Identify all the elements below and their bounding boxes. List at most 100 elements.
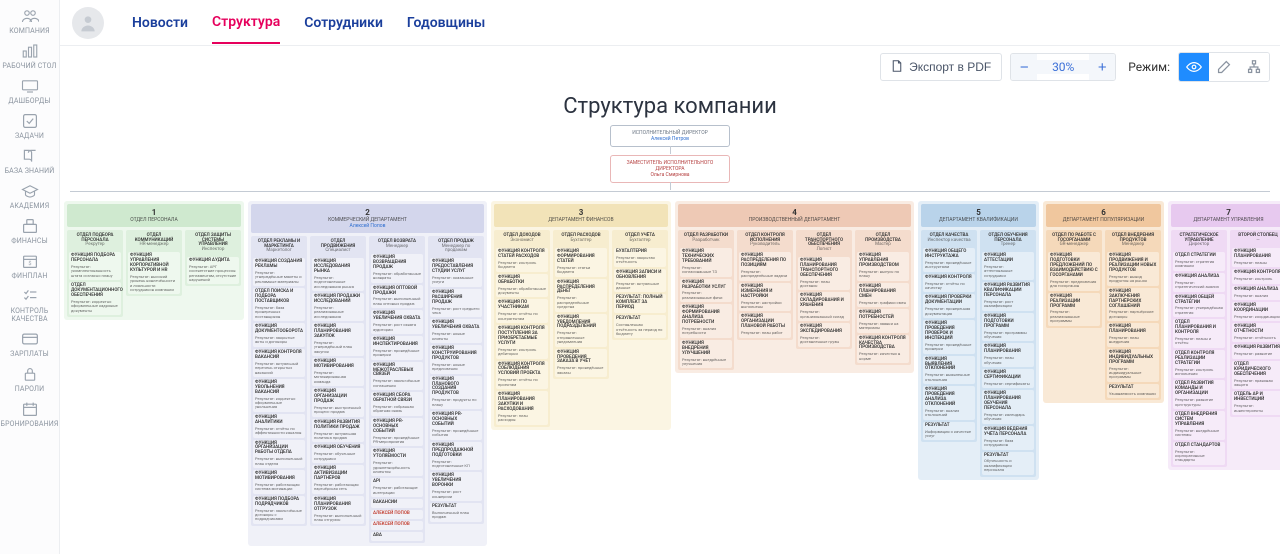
function-block[interactable]: Функция управления корпоративной культур… [128,252,180,294]
function-block[interactable]: Функция анализаРезультат: стратегический… [1173,273,1225,292]
function-block[interactable]: Алексей Попов [371,510,423,519]
function-block[interactable]: Отдел стратегииРезультат: стратегия комп… [1173,252,1225,271]
function-block[interactable]: Функция реализации программРезультат: ре… [1048,293,1100,326]
sidebar-item-dashboards[interactable]: ДАШБОРДЫ [0,74,60,109]
function-block[interactable]: Функция выявления отклоненийРезультат: в… [923,356,975,385]
org-root-node[interactable]: ИСПОЛНИТЕЛЬНЫЙ ДИРЕКТОР Алексей Петров [610,125,730,147]
function-block[interactable]: Функция контроля статей расходовРезульта… [496,248,548,272]
function-block[interactable]: Отдель АР и инвестицийРезультат: инвестп… [1232,391,1280,415]
function-block[interactable]: Функция подготовки программРезультат: пр… [982,313,1034,342]
dept-column[interactable]: Стратегическое управлениеДиректорОтдел с… [1171,230,1227,467]
function-block[interactable]: РезультатИнформация о качестве услуг [923,422,975,441]
function-block[interactable]: Отдел стандартовРезультат: корпоративные… [1173,442,1225,465]
dept-column[interactable]: Отдел продвиженияСпециалистФункция иссле… [310,236,366,526]
function-block[interactable]: Функция планирования транспортного обесп… [798,257,850,291]
function-block[interactable]: Функция планирования отгрузокРезультат: … [312,496,364,525]
dept-1[interactable]: 1Отдел персоналаОтдел подбора персоналаР… [64,201,244,320]
dept-column[interactable]: Отдел защиты системы управленияИнспектор… [185,230,241,286]
function-block[interactable]: Функция контроля вакансийРезультат: акту… [253,349,305,377]
dept-2[interactable]: 2Коммерческий департаментАлексей ПоповОт… [248,201,487,546]
function-block[interactable]: Функция технических требованийРезультат:… [680,248,732,277]
function-block[interactable]: Функция планирования сменРезультат: граф… [857,283,909,307]
sidebar-item-passwords[interactable]: ПАРОЛИ [0,362,60,397]
dept-6[interactable]: 6Департамент популяризацииОтдел по работ… [1043,201,1164,403]
function-block[interactable]: Функция внедрения улучшенийРезультат: вн… [680,340,732,369]
mode-tree-button[interactable] [1239,53,1269,81]
sidebar-item-finplan[interactable]: $ ФИНПЛАН [0,249,60,284]
tab-employees[interactable]: Сотрудники [304,2,383,43]
function-block[interactable]: Отдел планирования и контроляРезультат: … [1173,319,1225,348]
function-block[interactable]: Функция мотивированияРезультат: мотивиро… [312,358,364,386]
export-pdf-button[interactable]: Экспорт в PDF [880,53,1002,81]
function-block[interactable]: Функция инспектированияРезультат: провед… [371,336,423,360]
function-block[interactable]: Функция увеличения воронкиРезультат: рос… [430,472,482,501]
mode-view-button[interactable] [1179,53,1209,81]
function-block[interactable]: Функция планированияРезультат: планы [1232,248,1280,267]
mode-edit-button[interactable] [1209,53,1239,81]
function-block[interactable]: Отдел документационного обеспеченияРезул… [69,282,121,315]
function-block[interactable]: Функция контроляРезультат: контроль [1232,269,1280,283]
function-block[interactable]: Функция экспедированияРезультат: доставл… [798,323,850,347]
zoom-in-button[interactable]: + [1089,53,1115,81]
function-block[interactable]: Функция возвращения продажРезультат: обр… [371,254,423,283]
function-block[interactable]: Функция контроля качества производстваРе… [857,335,909,364]
dept-column[interactable]: Второй столбец—Функция планированияРезул… [1230,230,1280,417]
function-block[interactable]: Функция увеличения охватаРезультат: новы… [430,319,482,343]
function-block[interactable]: Функция общей стратегииРезультат: утверж… [1173,294,1225,318]
dept-column[interactable]: Отдел подбора персоналаРекрутерФункция п… [67,230,123,317]
function-block[interactable]: Функция планированияРезультат: план обуч… [982,343,1034,367]
function-block[interactable]: Функция заключения партнёрских соглашени… [1107,288,1159,322]
dept-column[interactable]: Отдел транспортного обеспеченияЛогистФун… [796,230,852,349]
org-sub-node[interactable]: ЗАМЕСТИТЕЛЬ ИСПОЛНИТЕЛЬНОГО ДИРЕКТОРА Ол… [610,155,730,183]
function-block[interactable]: Функция создания рекламыРезультат: утвер… [253,258,305,286]
function-block[interactable]: Функция подбора подрядчиковРезультат: за… [253,496,305,524]
function-block[interactable]: Функция исследования рынкаРезультат: под… [312,258,364,291]
function-block[interactable]: Функция активизации партнёровРезультат: … [312,465,364,494]
sidebar-item-salary[interactable]: ЗАРПЛАТЫ [0,327,60,362]
function-block[interactable]: Функция проведения заказа в учётРезульта… [555,349,607,378]
function-block[interactable]: Результат: полный комплект за период [614,294,666,313]
function-block[interactable]: Функция потребностейРезультат: заявки на… [857,309,909,333]
function-block[interactable]: Функция сбора обратной связиРезультат: с… [371,392,423,416]
function-block[interactable]: Функция организации работы отделаРезульт… [253,440,305,469]
dept-column[interactable]: Отдел производстваМастерФункция управлен… [855,230,911,365]
dept-column[interactable]: Отдел коммуникацийHR-менеджерФункция упр… [126,230,182,296]
function-block[interactable]: Функция ведения учёта персоналаРезультат… [982,426,1034,450]
dept-column[interactable]: Отдел рекламы и маркетингаМаркетологФунк… [251,236,307,526]
function-block[interactable]: Функция оптовой продажиРезультат: выполн… [371,285,423,309]
function-block[interactable]: Функция анализаРезультат: анализ [1232,286,1280,300]
function-block[interactable]: Функция расширения продажРезультат: рост… [430,289,482,318]
function-block[interactable]: Функция предоставления студии услугРезул… [430,258,482,287]
function-block[interactable]: Функция аналитикиРезультат: отчёты по эф… [253,414,305,438]
function-block[interactable]: Функция формирования анализа потребности… [680,304,732,338]
dept-column[interactable]: Отдел продажМенеджер по продажамФункция … [428,236,484,524]
function-block[interactable]: Функция документооборотаРезультат: закры… [253,323,305,347]
dept-3[interactable]: 3Департамент финансовОтдел доходовЭконом… [491,201,671,430]
function-block[interactable]: Функция увеличения охватаРезультат: рост… [371,310,423,334]
function-block[interactable]: Функция отчётностиРезультат: отчётность [1232,323,1280,342]
function-block[interactable]: Функция по участникамРезультат: отчёты п… [496,299,548,323]
function-block[interactable]: Функция контроля соблюдения условий прое… [496,361,548,390]
dept-column[interactable]: Отдел учётаБухгалтерБухгалтерияРезультат… [612,230,668,340]
dept-4[interactable]: 4Производственный департаментОтдел разра… [675,201,914,373]
sidebar-item-company[interactable]: КОМПАНИЯ [0,4,60,39]
sidebar-item-academy[interactable]: АКАДЕМИЯ [0,179,60,214]
dept-column[interactable]: Отдел обучения персоналаТренерФункция ат… [980,230,1036,477]
sidebar-item-booking[interactable]: БРОНИРОВАНИЯ [0,397,60,432]
function-block[interactable]: Функция утоляемостиРезультат: удовлетвор… [371,448,423,476]
function-block[interactable]: Функция управления производствомРезульта… [857,252,909,281]
function-block[interactable]: Функция планирования обучения персоналаР… [982,390,1034,424]
function-block[interactable]: Функция аудитаРезультат: АРГ соответстви… [187,257,239,285]
function-block[interactable]: Функция организации плановой работыРезул… [739,313,791,337]
function-block[interactable]: Функция планирования закупки и расходова… [496,391,548,425]
function-block[interactable]: Функция развитияРезультат: развитие [1232,344,1280,358]
function-block[interactable]: РезультатОбученность и квалификация перс… [982,452,1034,475]
function-block[interactable]: РезультатСоставленная отчётность за пери… [614,315,666,338]
function-block[interactable]: Отдел поиска и подбора поставщиковРезуль… [253,288,305,321]
tab-structure[interactable]: Структура [212,1,280,44]
avatar[interactable] [72,7,104,39]
function-block[interactable]: Функция распределения ПO позициямРезульт… [739,252,791,281]
org-canvas[interactable]: Структура компании ИСПОЛНИТЕЛЬНЫЙ ДИРЕКТ… [60,88,1280,554]
function-block[interactable]: Функция подбора персоналаРезультат: уком… [69,252,121,280]
dept-5[interactable]: 5Департамент квалификацииОтдел качестваИ… [918,201,1039,480]
